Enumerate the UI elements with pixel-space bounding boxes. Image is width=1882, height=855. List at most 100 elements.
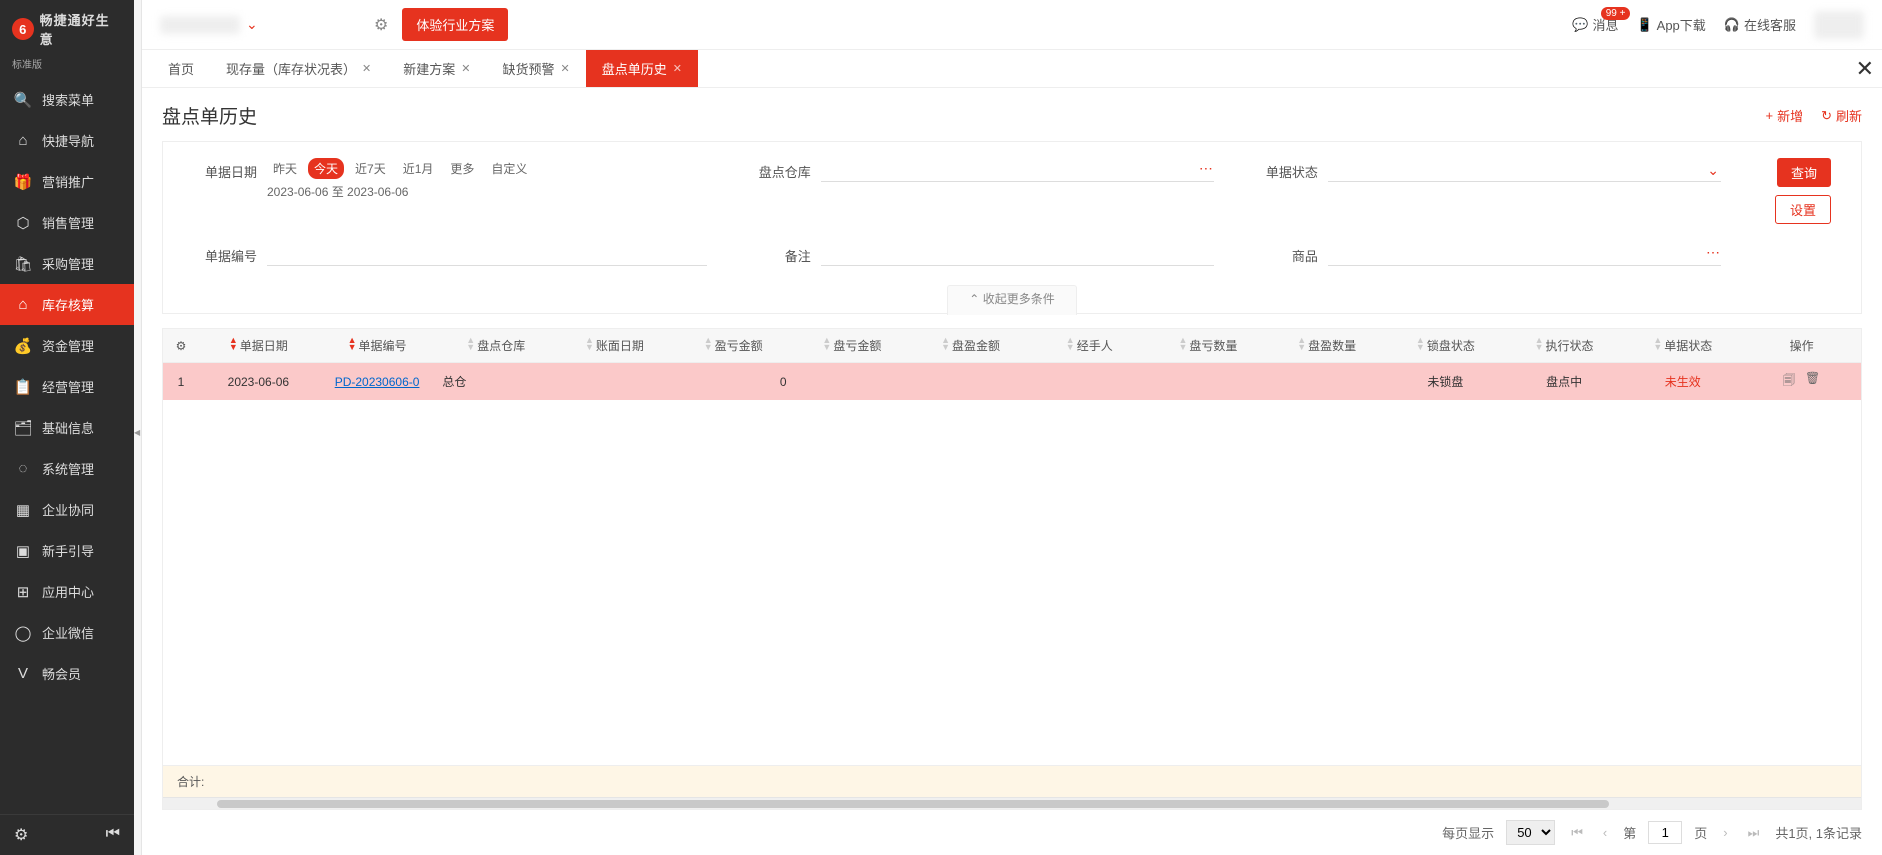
product-lookup-icon[interactable]: ⋯ — [1706, 244, 1719, 261]
cell-gain-amt — [911, 363, 1030, 401]
col-单据日期[interactable]: ▲▼单据日期 — [199, 329, 318, 363]
date-quick-今天[interactable]: 今天 — [308, 158, 344, 179]
new-button[interactable]: +新增 — [1765, 106, 1803, 125]
scrollbar-thumb[interactable] — [217, 800, 1609, 808]
table-row[interactable]: 12023-06-06PD-20230606-0总仓0未锁盘盘点中未生效🗐🗑 — [163, 363, 1861, 401]
col-单据状态[interactable]: ▲▼单据状态 — [1623, 329, 1742, 363]
collab-icon: ▦ — [14, 501, 32, 519]
col-盘亏数量[interactable]: ▲▼盘亏数量 — [1149, 329, 1268, 363]
product-input[interactable] — [1328, 242, 1721, 266]
status-chevron-icon[interactable]: ⌄ — [1707, 162, 1719, 179]
chat-icon: 💬 — [1572, 17, 1588, 33]
wechat-icon: ◯ — [14, 624, 32, 642]
col-盈亏金额[interactable]: ▲▼盈亏金额 — [674, 329, 793, 363]
sidebar-item-系统管理[interactable]: ◌系统管理 — [0, 448, 134, 489]
col-操作[interactable]: 操作 — [1742, 329, 1861, 363]
cell-docno[interactable]: PD-20230606-0 — [318, 363, 437, 401]
status-input[interactable] — [1328, 158, 1721, 182]
industry-solution-button[interactable]: 体验行业方案 — [402, 8, 508, 41]
warehouse-lookup-icon[interactable]: ⋯ — [1199, 160, 1212, 177]
per-page-select[interactable]: 50 — [1506, 820, 1555, 845]
sidebar-resize-handle[interactable] — [134, 0, 142, 855]
sidebar-item-基础信息[interactable]: 🗂基础信息 — [0, 407, 134, 448]
tab-新建方案[interactable]: 新建方案 ✕ — [387, 50, 486, 87]
col-经手人[interactable]: ▲▼经手人 — [1030, 329, 1149, 363]
prev-page-button[interactable]: ‹ — [1599, 825, 1611, 840]
tab-close-icon[interactable]: ✕ — [673, 62, 682, 75]
tab-label: 现存量（库存状况表） — [226, 59, 356, 78]
inventory-icon: ⌂ — [14, 296, 32, 314]
sidebar-item-应用中心[interactable]: ⊞应用中心 — [0, 571, 134, 612]
sidebar-item-企业微信[interactable]: ◯企业微信 — [0, 612, 134, 653]
refresh-icon: ↻ — [1821, 108, 1832, 124]
date-range-display: 2023-06-06 至 2023-06-06 — [267, 183, 707, 200]
app-download-link[interactable]: 📱 App下载 — [1636, 15, 1705, 34]
warehouse-input[interactable] — [821, 158, 1214, 182]
col-盘点仓库[interactable]: ▲▼盘点仓库 — [436, 329, 555, 363]
settings-gear-icon[interactable]: ⚙ — [14, 825, 28, 845]
last-page-button[interactable]: ⏭ — [1744, 825, 1764, 841]
query-button[interactable]: 查询 — [1777, 158, 1831, 187]
collapse-filters-button[interactable]: ⌃ 收起更多条件 — [947, 285, 1077, 315]
filter-settings-button[interactable]: 设置 — [1775, 195, 1831, 224]
sidebar-item-采购管理[interactable]: 🛍采购管理 — [0, 243, 134, 284]
sidebar-header: 6 畅捷通好生意 — [0, 0, 134, 56]
tab-现存量（库存状况表）[interactable]: 现存量（库存状况表） ✕ — [210, 50, 387, 87]
tab-close-icon[interactable]: ✕ — [461, 62, 470, 75]
sort-icon: ▲▼ — [585, 337, 594, 351]
sidebar-item-资金管理[interactable]: 💰资金管理 — [0, 325, 134, 366]
online-service-link[interactable]: 🎧 在线客服 — [1724, 15, 1796, 34]
sidebar-item-经营管理[interactable]: 📋经营管理 — [0, 366, 134, 407]
col-执行状态[interactable]: ▲▼执行状态 — [1505, 329, 1624, 363]
sort-icon: ▲▼ — [1179, 337, 1188, 351]
col-盘亏金额[interactable]: ▲▼盘亏金额 — [793, 329, 912, 363]
sidebar-item-快捷导航[interactable]: ⌂快捷导航 — [0, 120, 134, 161]
horizontal-scrollbar[interactable] — [163, 797, 1861, 809]
first-page-button[interactable]: ⏮ — [1567, 825, 1587, 841]
sort-icon: ▲▼ — [704, 337, 713, 351]
remark-input[interactable] — [821, 242, 1214, 266]
sidebar-item-label: 库存核算 — [42, 295, 94, 314]
next-page-button[interactable]: › — [1719, 825, 1731, 840]
sidebar-item-新手引导[interactable]: ▣新手引导 — [0, 530, 134, 571]
col-单据编号[interactable]: ▲▼单据编号 — [318, 329, 437, 363]
view-icon[interactable]: 🗐 — [1783, 371, 1795, 392]
col-锁盘状态[interactable]: ▲▼锁盘状态 — [1386, 329, 1505, 363]
col-账面日期[interactable]: ▲▼账面日期 — [555, 329, 674, 363]
table-spacer — [163, 400, 1861, 765]
sidebar-item-畅会员[interactable]: V畅会员 — [0, 653, 134, 694]
date-quick-自定义[interactable]: 自定义 — [485, 158, 533, 179]
sidebar-item-label: 基础信息 — [42, 418, 94, 437]
org-settings-icon[interactable]: ⚙ — [374, 15, 388, 35]
sidebar-item-销售管理[interactable]: ⬡销售管理 — [0, 202, 134, 243]
pager: 每页显示 50 ⏮ ‹ 第 页 › ⏭ 共1页, 1条记录 — [142, 810, 1882, 855]
docno-input[interactable] — [267, 242, 707, 266]
date-quick-昨天[interactable]: 昨天 — [267, 158, 303, 179]
messages-link[interactable]: 💬 消息 99 + — [1572, 15, 1618, 34]
sidebar-item-库存核算[interactable]: ⌂ 库存核算 — [0, 284, 134, 325]
col-盘盈数量[interactable]: ▲▼盘盈数量 — [1267, 329, 1386, 363]
sidebar-item-企业协同[interactable]: ▦企业协同 — [0, 489, 134, 530]
col-盘盈金额[interactable]: ▲▼盘盈金额 — [911, 329, 1030, 363]
cell-book-date — [555, 363, 674, 401]
delete-icon[interactable]: 🗑 — [1805, 371, 1820, 392]
tab-缺货预警[interactable]: 缺货预警✕ — [486, 50, 585, 87]
page-input[interactable] — [1648, 821, 1682, 844]
date-quick-近7天[interactable]: 近7天 — [349, 158, 392, 179]
tab-close-icon[interactable]: ✕ — [362, 62, 371, 75]
plus-icon: + — [1765, 108, 1773, 123]
sidebar-item-营销推广[interactable]: 🎁营销推广 — [0, 161, 134, 202]
org-selector[interactable]: ⌄ — [160, 16, 360, 34]
close-all-tabs-icon[interactable]: ✕ — [1856, 56, 1874, 82]
tab-label: 新建方案 — [403, 59, 455, 78]
tab-盘点单历史[interactable]: 盘点单历史✕ — [586, 50, 698, 87]
date-quick-更多[interactable]: 更多 — [444, 158, 480, 179]
tab-首页[interactable]: 首页 — [152, 50, 210, 87]
collapse-sidebar-icon[interactable]: ⏮ — [106, 825, 120, 845]
tab-close-icon[interactable]: ✕ — [561, 62, 570, 75]
refresh-button[interactable]: ↻刷新 — [1821, 106, 1862, 125]
date-quick-近1月[interactable]: 近1月 — [397, 158, 440, 179]
user-avatar[interactable] — [1814, 11, 1864, 39]
column-settings-header[interactable]: ⚙ — [163, 329, 199, 363]
sidebar-item-搜索菜单[interactable]: 🔍搜索菜单 — [0, 79, 134, 120]
